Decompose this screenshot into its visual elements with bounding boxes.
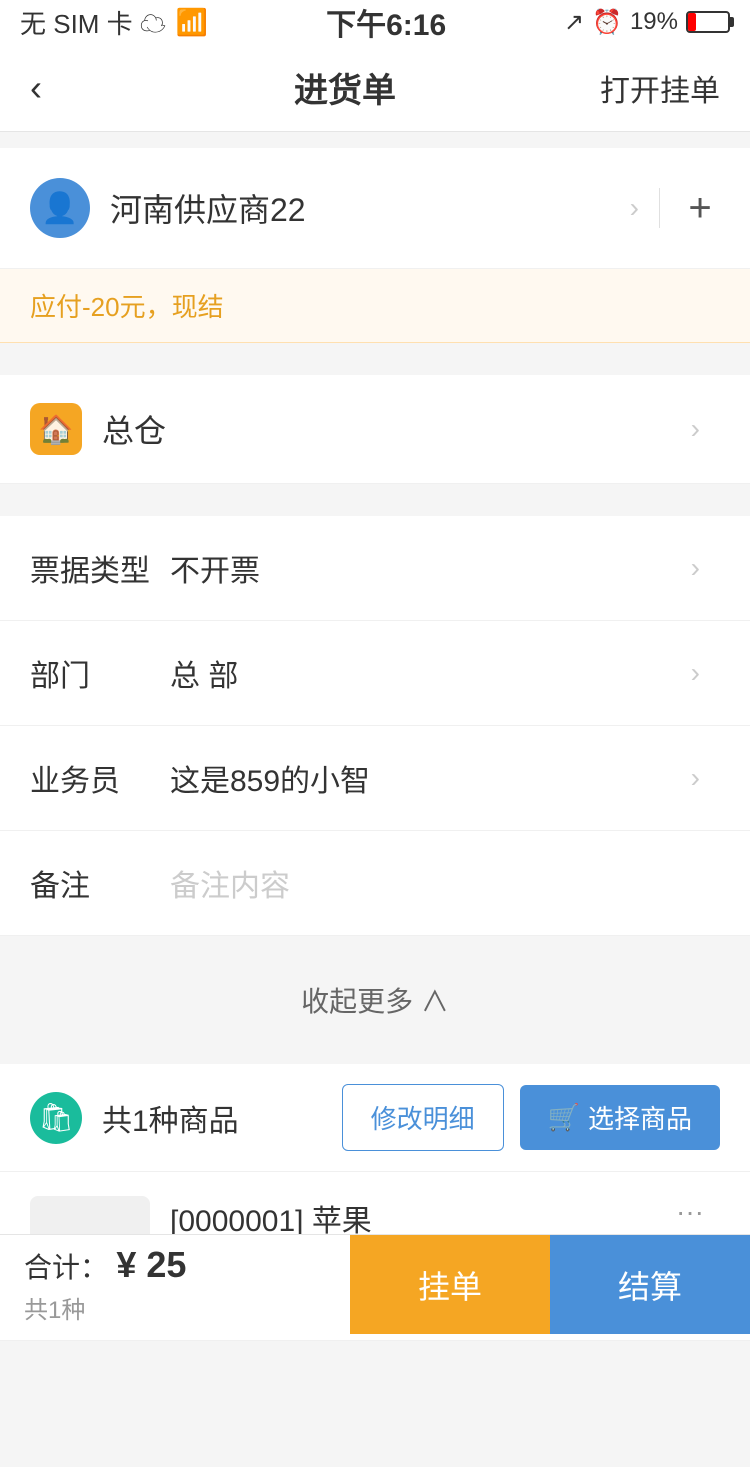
alarm-icon: ⏰ [592,8,622,37]
cart-icon: 🛒 [548,1102,580,1133]
total-amount: ¥ 25 [116,1244,186,1285]
page-title: 进货单 [294,63,396,112]
gap-4 [0,1048,750,1064]
department-row[interactable]: 部门 总 部 › [0,621,750,726]
total-section: 合计： ¥ 25 共1种 [0,1235,350,1334]
invoice-type-chevron: › [691,552,700,584]
open-hang-button[interactable]: 打开挂单 [600,66,720,110]
battery-percent: 19% [630,8,678,36]
products-count-text: 共1种商品 [102,1096,342,1140]
status-bar: 无 SIM 卡 ☁ 📶 下午6:16 ↗ ⏰ 19% [0,0,750,44]
avatar-icon: 👤 [41,191,78,226]
wifi-icon: 📶 [176,7,208,38]
department-value: 总 部 [170,651,691,695]
location-icon: ↗ [564,8,584,37]
gap-2 [0,359,750,375]
warehouse-row[interactable]: 🏠 总仓 › [0,375,750,484]
remark-input[interactable]: 备注内容 [170,861,720,905]
status-time: 下午6:16 [326,0,446,44]
back-button[interactable]: ‹ [30,67,90,109]
total-label: 合计： [24,1252,108,1283]
supplier-section: 👤 河南供应商22 › + 应付-20元，现结 [0,148,750,343]
warehouse-name: 总仓 [102,406,691,452]
status-right: ↗ ⏰ 19% [564,8,730,37]
edit-detail-button[interactable]: 修改明细 [342,1084,504,1151]
salesperson-row[interactable]: 业务员 这是859的小智 › [0,726,750,831]
products-count-icon-bg: 🛍 [30,1092,82,1144]
bottom-bar: 合计： ¥ 25 共1种 挂单 结算 [0,1234,750,1334]
nav-bar: ‹ 进货单 打开挂单 [0,44,750,132]
gap-3 [0,500,750,516]
department-chevron: › [691,657,700,689]
battery-icon [686,11,730,33]
invoice-type-value: 不开票 [170,546,691,590]
alert-banner: 应付-20元，现结 [0,269,750,343]
invoice-type-row[interactable]: 票据类型 不开票 › [0,516,750,621]
salesperson-chevron: › [691,762,700,794]
bottom-spacer [0,1357,750,1467]
warehouse-icon-bg: 🏠 [30,403,82,455]
department-label: 部门 [30,651,170,695]
invoice-type-label: 票据类型 [30,546,170,590]
total-row: 合计： ¥ 25 [24,1244,326,1286]
status-left: 无 SIM 卡 ☁ 📶 [20,4,208,41]
signal-text: 无 SIM 卡 ☁ [20,4,166,41]
select-product-button[interactable]: 🛒 选择商品 [520,1085,720,1150]
products-header: 🛍 共1种商品 修改明细 🛒 选择商品 [0,1064,750,1172]
hang-order-button[interactable]: 挂单 [350,1235,550,1334]
chevron-right-icon: › [630,192,639,224]
collapse-label: 收起更多 ∧ [301,980,449,1020]
remark-row[interactable]: 备注 备注内容 [0,831,750,936]
salesperson-value: 这是859的小智 [170,756,691,800]
house-icon: 🏠 [39,413,74,446]
vertical-divider [659,188,660,228]
settle-button[interactable]: 结算 [550,1235,750,1334]
total-sub: 共1种 [24,1290,326,1325]
form-section: 票据类型 不开票 › 部门 总 部 › 业务员 这是859的小智 › 备注 备注… [0,516,750,936]
gap-1 [0,132,750,148]
product-more-button[interactable]: ··· [660,1196,720,1228]
supplier-row[interactable]: 👤 河南供应商22 › + [0,148,750,269]
supplier-name: 河南供应商22 [110,185,630,231]
salesperson-label: 业务员 [30,756,170,800]
alert-text: 应付-20元，现结 [30,292,224,322]
add-supplier-button[interactable]: + [680,186,720,231]
remark-label: 备注 [30,861,170,905]
collapse-row[interactable]: 收起更多 ∧ [0,952,750,1048]
supplier-avatar: 👤 [30,178,90,238]
warehouse-section: 🏠 总仓 › [0,375,750,484]
warehouse-chevron-icon: › [691,413,700,445]
shopping-bag-icon: 🛍 [38,1101,74,1134]
